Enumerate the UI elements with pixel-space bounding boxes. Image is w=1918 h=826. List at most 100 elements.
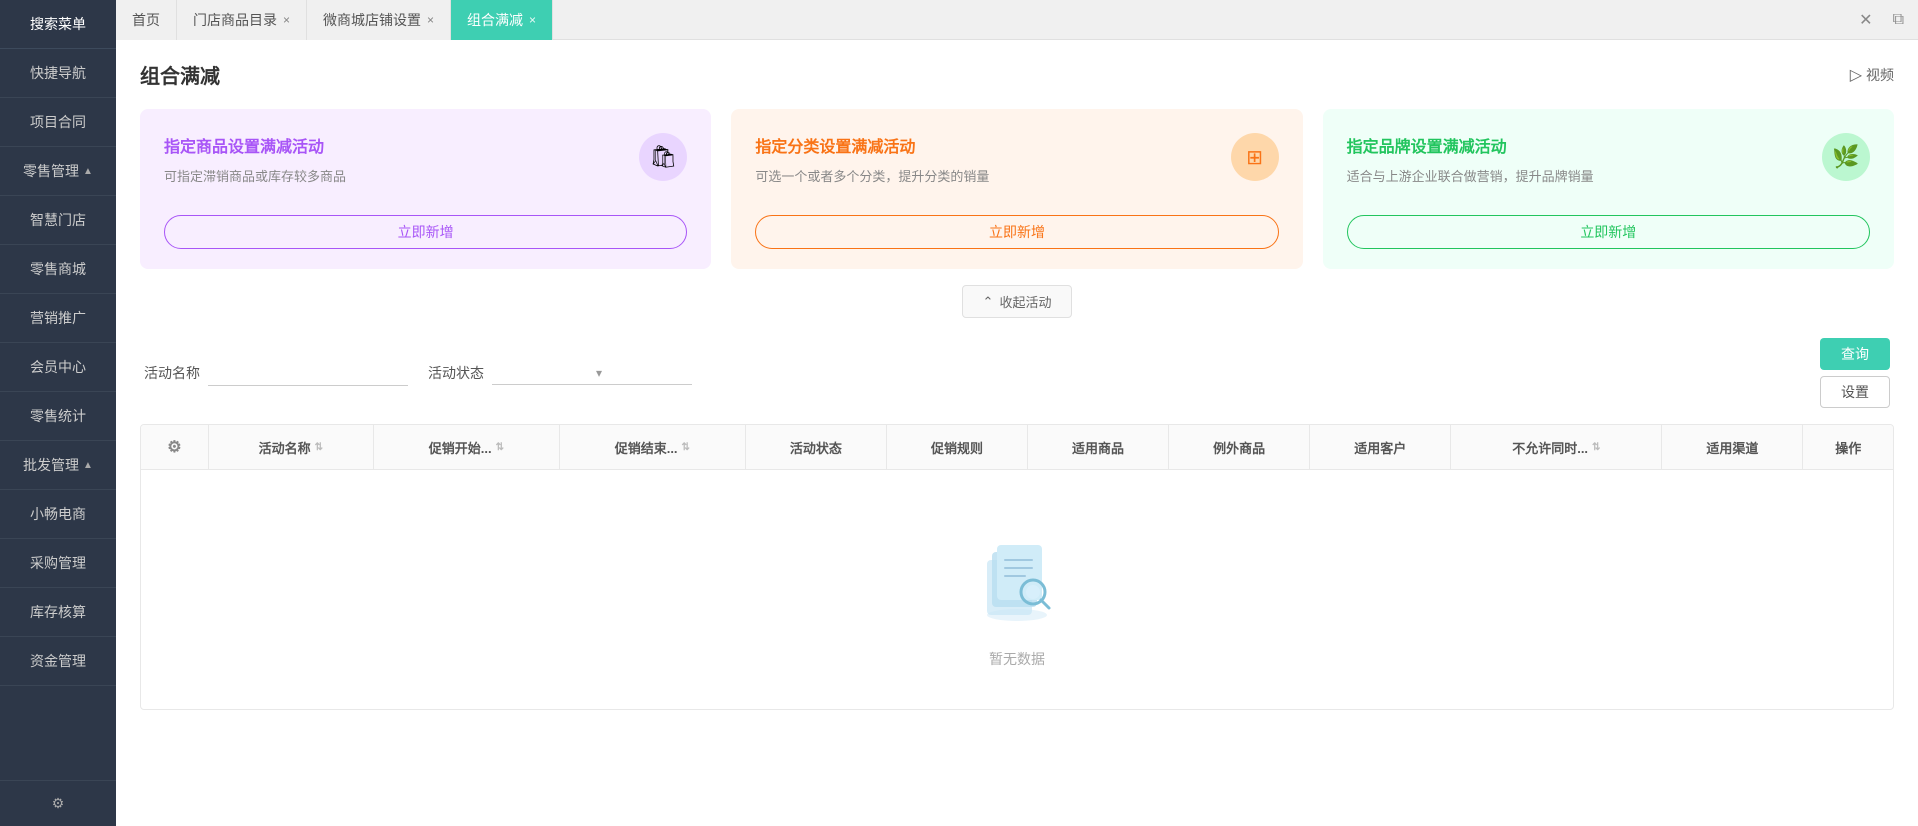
sidebar-item-retail-stats[interactable]: 零售统计 [0, 392, 116, 441]
th-activity-status: 活动状态 [745, 425, 886, 470]
table-settings-icon[interactable]: ⚙ [167, 439, 181, 456]
sidebar-item-quick-nav[interactable]: 快捷导航 [0, 49, 116, 98]
th-exception-goods: 例外商品 [1169, 425, 1310, 470]
content-area: 组合满减 ▷ 视频 指定商品设置满减活动 🛍 可指定滞销商品或库存较多商品 立即… [116, 40, 1918, 826]
tab-wechat-shop-close[interactable]: × [427, 13, 434, 27]
card-product-desc: 可指定滞销商品或库存较多商品 [164, 167, 687, 199]
tab-store-catalog[interactable]: 门店商品目录 × [177, 0, 307, 40]
video-link[interactable]: ▷ 视频 [1850, 65, 1894, 85]
empty-state-row: 暂无数据 [141, 470, 1893, 710]
tab-bar-actions: ✕ ⧉ [1853, 6, 1918, 34]
th-operation: 操作 [1803, 425, 1893, 470]
sidebar-settings-icon[interactable]: ⚙ [0, 780, 116, 826]
sort-promo-end-icon[interactable]: ⇅ [682, 442, 690, 453]
sidebar-item-purchase-mgmt[interactable]: 采购管理 [0, 539, 116, 588]
th-applicable-channel: 适用渠道 [1662, 425, 1803, 470]
collapse-label: 收起活动 [999, 292, 1051, 311]
activity-name-input[interactable] [208, 361, 408, 386]
card-brand-add-button[interactable]: 立即新增 [1347, 215, 1870, 249]
window-close-button[interactable]: ✕ [1853, 6, 1878, 34]
sort-activity-name-icon[interactable]: ⇅ [315, 442, 323, 453]
sort-no-concurrent-icon[interactable]: ⇅ [1592, 442, 1600, 453]
th-applicable-goods-label: 适用商品 [1072, 441, 1124, 456]
table-body: 暂无数据 [141, 470, 1893, 710]
th-promo-start-label: 促销开始... [429, 438, 492, 457]
card-product-icon: 🛍 [639, 133, 687, 181]
filter-activity-name: 活动名称 [144, 361, 408, 386]
th-promo-rule-label: 促销规则 [931, 441, 983, 456]
collapse-bar: ⌃ 收起活动 [140, 285, 1894, 318]
th-no-concurrent: 不允许同时... ⇅ [1451, 425, 1662, 470]
retail-mgmt-arrow-icon: ▲ [83, 166, 93, 177]
card-category-title: 指定分类设置满减活动 [755, 133, 1278, 157]
sidebar-item-xiaochangec[interactable]: 小畅电商 [0, 490, 116, 539]
th-activity-status-label: 活动状态 [790, 441, 842, 456]
collapse-activity-button[interactable]: ⌃ 收起活动 [962, 285, 1073, 318]
video-link-label: 视频 [1866, 65, 1894, 85]
sidebar-item-retail-mall[interactable]: 零售商城 [0, 245, 116, 294]
card-category-add-button[interactable]: 立即新增 [755, 215, 1278, 249]
table-wrapper: ⚙ 活动名称 ⇅ 促销开始... ⇅ [140, 424, 1894, 710]
th-promo-end-label: 促销结束... [615, 438, 678, 457]
empty-text: 暂无数据 [141, 649, 1893, 669]
th-applicable-goods: 适用商品 [1028, 425, 1169, 470]
query-button[interactable]: 查询 [1820, 338, 1890, 370]
activity-card-brand: 指定品牌设置满减活动 🌿 适合与上游企业联合做营销，提升品牌销量 立即新增 [1323, 109, 1894, 269]
tab-home-label: 首页 [132, 10, 160, 30]
sidebar-item-wholesale-mgmt[interactable]: 批发管理 ▲ [0, 441, 116, 490]
filter-activity-name-label: 活动名称 [144, 363, 200, 383]
tab-bar: 首页 门店商品目录 × 微商城店铺设置 × 组合满减 × ✕ ⧉ [116, 0, 1918, 40]
sidebar: 搜索菜单 快捷导航 项目合同 零售管理 ▲ 智慧门店 零售商城 营销推广 会员中… [0, 0, 116, 826]
page-title: 组合满减 [140, 60, 220, 89]
card-product-title: 指定商品设置满减活动 [164, 133, 687, 157]
card-brand-desc: 适合与上游企业联合做营销，提升品牌销量 [1347, 167, 1870, 199]
data-table: ⚙ 活动名称 ⇅ 促销开始... ⇅ [141, 425, 1893, 709]
th-activity-name: 活动名称 ⇅ [208, 425, 373, 470]
main-area: 首页 门店商品目录 × 微商城店铺设置 × 组合满减 × ✕ ⧉ 组合满减 ▷ … [116, 0, 1918, 826]
card-brand-title: 指定品牌设置满减活动 [1347, 133, 1870, 157]
filter-activity-status-label: 活动状态 [428, 363, 484, 383]
card-brand-icon: 🌿 [1822, 133, 1870, 181]
card-category-icon: ⊞ [1231, 133, 1279, 181]
filter-row: 活动名称 活动状态 ▾ 查询 设置 [140, 338, 1894, 408]
th-promo-end: 促销结束... ⇅ [559, 425, 745, 470]
tab-wechat-shop-label: 微商城店铺设置 [323, 10, 421, 30]
sidebar-item-smart-store[interactable]: 智慧门店 [0, 196, 116, 245]
activity-status-select[interactable]: ▾ [492, 362, 692, 385]
th-exception-goods-label: 例外商品 [1213, 441, 1265, 456]
window-restore-button[interactable]: ⧉ [1887, 7, 1910, 33]
tab-store-catalog-label: 门店商品目录 [193, 10, 277, 30]
sidebar-item-marketing[interactable]: 营销推广 [0, 294, 116, 343]
th-applicable-customer: 适用客户 [1310, 425, 1451, 470]
chevron-down-icon: ▾ [596, 366, 684, 380]
video-play-icon: ▷ [1850, 65, 1862, 85]
page-header: 组合满减 ▷ 视频 [140, 60, 1894, 89]
tab-home[interactable]: 首页 [116, 0, 177, 40]
sidebar-item-retail-mgmt[interactable]: 零售管理 ▲ [0, 147, 116, 196]
collapse-icon: ⌃ [983, 294, 994, 310]
settings-button[interactable]: 设置 [1820, 376, 1890, 408]
activity-card-product: 指定商品设置满减活动 🛍 可指定滞销商品或库存较多商品 立即新增 [140, 109, 711, 269]
tab-wechat-shop[interactable]: 微商城店铺设置 × [307, 0, 451, 40]
th-promo-start: 促销开始... ⇅ [373, 425, 559, 470]
th-no-concurrent-label: 不允许同时... [1512, 438, 1588, 457]
tab-store-catalog-close[interactable]: × [283, 13, 290, 27]
sidebar-item-membership[interactable]: 会员中心 [0, 343, 116, 392]
th-applicable-customer-label: 适用客户 [1354, 441, 1406, 456]
card-category-desc: 可选一个或者多个分类，提升分类的销量 [755, 167, 1278, 199]
wholesale-mgmt-arrow-icon: ▲ [83, 460, 93, 471]
tab-combo-discount-close[interactable]: × [529, 13, 536, 27]
activity-cards: 指定商品设置满减活动 🛍 可指定滞销商品或库存较多商品 立即新增 指定分类设置满… [140, 109, 1894, 269]
sidebar-search[interactable]: 搜索菜单 [0, 0, 116, 49]
activity-card-category: 指定分类设置满减活动 ⊞ 可选一个或者多个分类，提升分类的销量 立即新增 [731, 109, 1302, 269]
tab-combo-discount[interactable]: 组合满减 × [451, 0, 553, 40]
filter-activity-status: 活动状态 ▾ [428, 362, 692, 385]
sidebar-item-inventory[interactable]: 库存核算 [0, 588, 116, 637]
filter-actions: 查询 设置 [1820, 338, 1890, 408]
th-gear[interactable]: ⚙ [141, 425, 208, 470]
sort-promo-start-icon[interactable]: ⇅ [496, 442, 504, 453]
card-product-add-button[interactable]: 立即新增 [164, 215, 687, 249]
th-activity-name-label: 活动名称 [259, 438, 311, 457]
sidebar-item-finance[interactable]: 资金管理 [0, 637, 116, 686]
sidebar-item-project-contract[interactable]: 项目合同 [0, 98, 116, 147]
